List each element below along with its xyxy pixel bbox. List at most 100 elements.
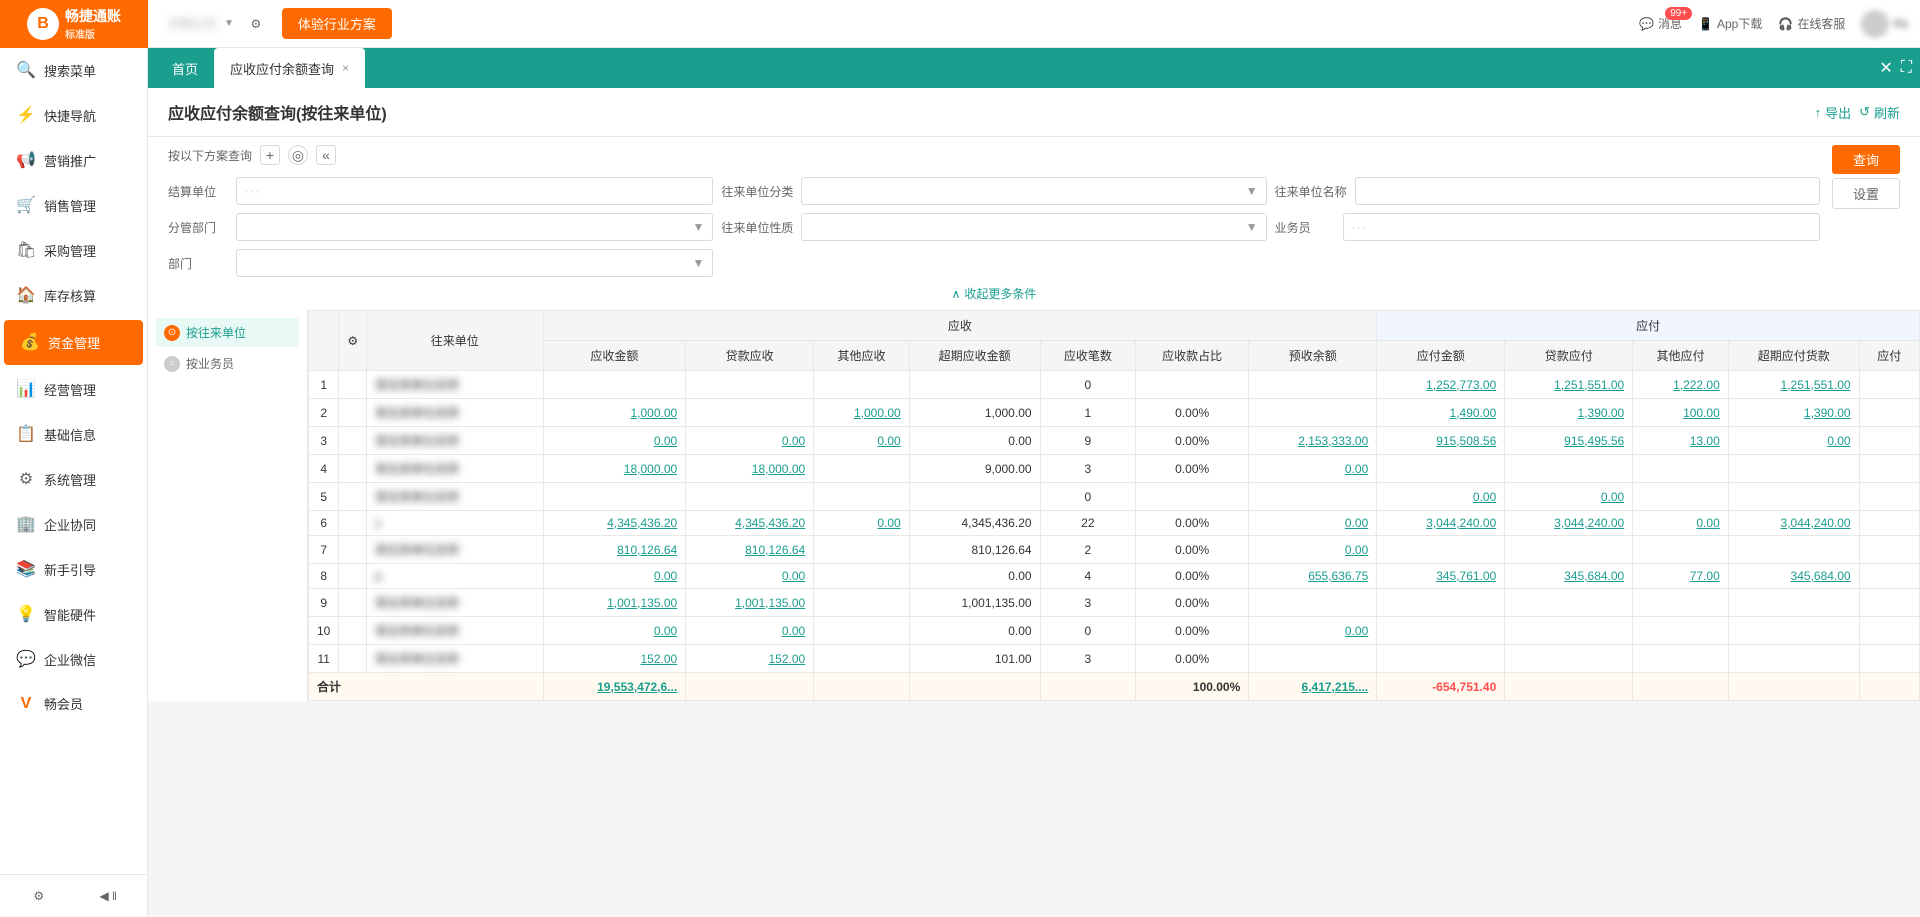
table-cell[interactable] [814, 483, 910, 511]
sidebar-item-sales[interactable]: 🛒 销售管理 [0, 183, 147, 228]
table-cell[interactable] [1377, 455, 1505, 483]
table-cell[interactable]: 0.00 [543, 617, 686, 645]
user-profile[interactable]: Rit [1861, 10, 1908, 38]
table-cell[interactable]: 0.00 [1633, 511, 1729, 536]
table-cell[interactable] [1249, 483, 1377, 511]
trial-button[interactable]: 体验行业方案 [282, 8, 392, 39]
table-cell[interactable]: 345,684.00 [1728, 564, 1859, 589]
table-cell[interactable]: 810,126.64 [543, 536, 686, 564]
table-cell[interactable]: 1,000.00 [814, 399, 910, 427]
table-cell[interactable] [814, 589, 910, 617]
table-cell[interactable]: 0.00 [1249, 617, 1377, 645]
table-cell[interactable] [1728, 455, 1859, 483]
table-cell[interactable]: 1,001,135.00 [543, 589, 686, 617]
online-service-button[interactable]: 🎧 在线客服 [1778, 15, 1845, 32]
table-cell[interactable] [1728, 536, 1859, 564]
table-cell[interactable] [1249, 645, 1377, 673]
table-cell[interactable] [1728, 645, 1859, 673]
export-button[interactable]: ↑ 导出 [1815, 103, 1852, 122]
set-button[interactable]: 设置 [1832, 178, 1900, 209]
table-cell[interactable] [1249, 589, 1377, 617]
table-cell[interactable]: 345,684.00 [1505, 564, 1633, 589]
panel-item-by-salesperson[interactable]: ○ 按业务员 [156, 349, 299, 378]
table-cell[interactable] [1249, 399, 1377, 427]
dept-input[interactable]: ▼ [236, 213, 713, 241]
table-cell[interactable]: 1,251,551.00 [1728, 371, 1859, 399]
table-cell[interactable]: 18,000.00 [543, 455, 686, 483]
table-cell[interactable]: 0.00 [1377, 483, 1505, 511]
table-cell[interactable]: 0.00 [1249, 536, 1377, 564]
sidebar-item-guide[interactable]: 📚 新手引导 [0, 547, 147, 592]
filter-settings-button[interactable]: ◎ [288, 145, 308, 165]
tab-home[interactable]: 首页 [156, 48, 214, 88]
table-cell[interactable] [686, 399, 814, 427]
table-cell[interactable]: 0.00 [1249, 455, 1377, 483]
table-cell[interactable]: 0.00 [814, 427, 910, 455]
sidebar-item-wechat[interactable]: 💬 企业微信 [0, 637, 147, 682]
table-cell[interactable]: 18,000.00 [686, 455, 814, 483]
table-cell[interactable]: 13.00 [1633, 427, 1729, 455]
salesperson-input[interactable]: ··· [1343, 213, 1820, 241]
sidebar-item-quick-nav[interactable]: ⚡ 快捷导航 [0, 93, 147, 138]
sidebar-item-smart[interactable]: 💡 智能硬件 [0, 592, 147, 637]
table-cell[interactable] [1505, 589, 1633, 617]
table-cell[interactable] [1377, 617, 1505, 645]
panel-item-by-partner[interactable]: ⊙ 按往来单位 [156, 318, 299, 347]
settlement-input[interactable]: ··· [236, 177, 713, 205]
table-cell[interactable]: 1,252,773.00 [1377, 371, 1505, 399]
table-cell[interactable]: 0.00 [1505, 483, 1633, 511]
table-cell[interactable]: 3,044,240.00 [1728, 511, 1859, 536]
table-cell[interactable] [1728, 483, 1859, 511]
table-cell[interactable] [1505, 645, 1633, 673]
sidebar-settings-button[interactable]: ⚙ [8, 883, 70, 909]
table-cell[interactable]: 1,390.00 [1505, 399, 1633, 427]
sidebar-item-inventory[interactable]: 🏠 库存核算 [0, 273, 147, 318]
dept2-input[interactable]: ▼ [236, 249, 713, 277]
sidebar-item-operation[interactable]: 📊 经营管理 [0, 367, 147, 412]
table-cell[interactable] [543, 483, 686, 511]
sidebar-item-enterprise[interactable]: 🏢 企业协同 [0, 502, 147, 547]
table-cell[interactable] [814, 645, 910, 673]
table-cell[interactable]: 0.00 [1249, 511, 1377, 536]
total-advance[interactable]: 6,417,215.... [1249, 673, 1377, 701]
table-cell[interactable] [1377, 645, 1505, 673]
table-cell[interactable]: 100.00 [1633, 399, 1729, 427]
table-cell[interactable] [1505, 617, 1633, 645]
messages-button[interactable]: 💬 消息 99+ [1639, 15, 1682, 32]
table-cell[interactable]: 915,508.56 [1377, 427, 1505, 455]
sidebar-collapse-button[interactable]: ◀ ‖ [78, 883, 140, 909]
table-cell[interactable]: 655,636.75 [1249, 564, 1377, 589]
window-close-button[interactable]: ✕ [1879, 58, 1892, 78]
table-cell[interactable] [1633, 617, 1729, 645]
table-cell[interactable]: 1,001,135.00 [686, 589, 814, 617]
window-expand-button[interactable]: ⛶ [1901, 59, 1912, 77]
table-cell[interactable]: 810,126.64 [686, 536, 814, 564]
sidebar-item-purchase[interactable]: 🛍 采购管理 [0, 228, 147, 273]
table-cell[interactable]: 0.00 [686, 564, 814, 589]
table-cell[interactable]: 152.00 [686, 645, 814, 673]
table-cell[interactable]: 1,490.00 [1377, 399, 1505, 427]
filter-collapse-toggle[interactable]: ∧ 收起更多条件 [168, 285, 1820, 302]
sidebar-item-finance[interactable]: 💰 资金管理 [4, 320, 143, 365]
table-cell[interactable]: 0.00 [543, 564, 686, 589]
table-cell[interactable] [1633, 455, 1729, 483]
table-cell[interactable] [1728, 589, 1859, 617]
table-cell[interactable] [1728, 617, 1859, 645]
table-cell[interactable] [814, 371, 910, 399]
table-cell[interactable]: 77.00 [1633, 564, 1729, 589]
table-cell[interactable]: 0.00 [1728, 427, 1859, 455]
table-cell[interactable]: 1,390.00 [1728, 399, 1859, 427]
table-cell[interactable]: 345,761.00 [1377, 564, 1505, 589]
table-cell[interactable]: 3,044,240.00 [1377, 511, 1505, 536]
table-cell[interactable]: 0.00 [543, 427, 686, 455]
partner-type-input[interactable]: ▼ [801, 177, 1266, 205]
table-cell[interactable] [686, 371, 814, 399]
table-cell[interactable]: 1,251,551.00 [1505, 371, 1633, 399]
refresh-button[interactable]: ↺ 刷新 [1859, 103, 1900, 122]
table-cell[interactable]: 152.00 [543, 645, 686, 673]
table-cell[interactable]: 1,000.00 [543, 399, 686, 427]
tab-active[interactable]: 应收应付余额查询 × [214, 48, 365, 88]
table-cell[interactable] [814, 455, 910, 483]
table-cell[interactable]: 4,345,436.20 [543, 511, 686, 536]
table-cell[interactable] [1377, 589, 1505, 617]
